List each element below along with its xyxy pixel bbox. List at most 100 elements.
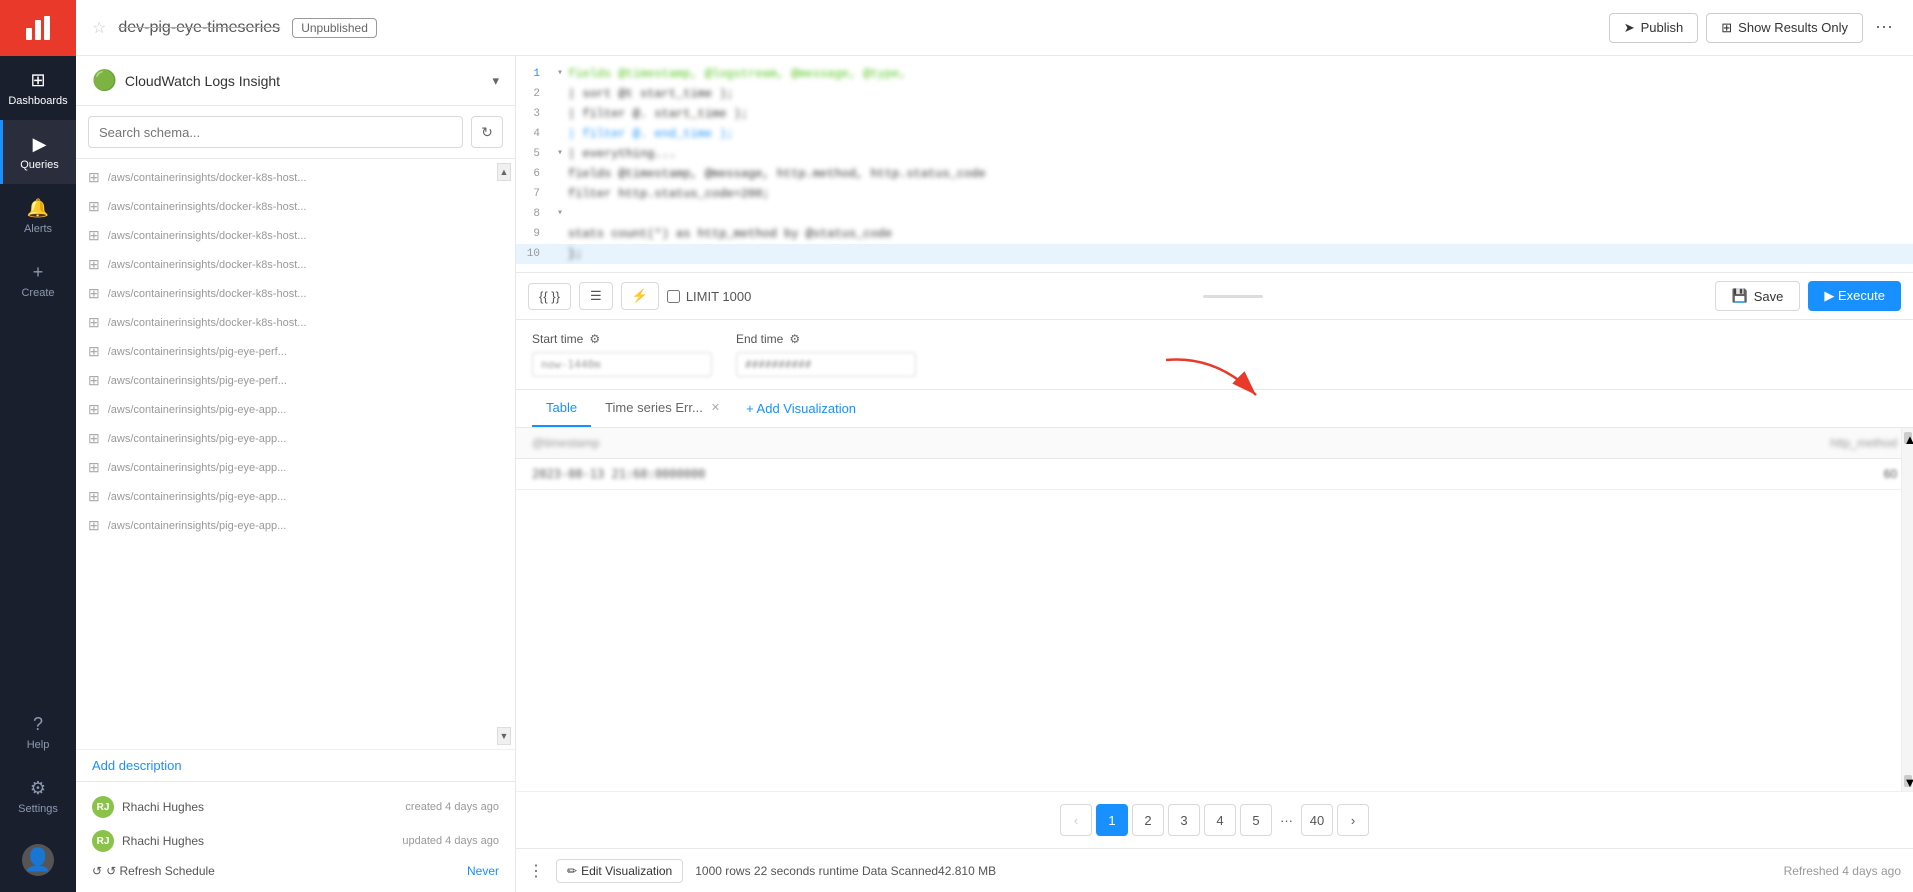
list-item[interactable]: ⊞ /aws/containerinsights/docker-k8s-host…: [76, 308, 515, 337]
refresh-schedule-label[interactable]: ↺ ↺ Refresh Schedule: [92, 864, 215, 878]
code-toolbar: {{ }} ☰ ⚡ LIMIT 1000 💾 Save: [516, 272, 1913, 319]
tab-table[interactable]: Table: [532, 390, 591, 427]
page-1-button[interactable]: 1: [1096, 804, 1128, 836]
limit-checkbox[interactable]: [667, 290, 680, 303]
sidebar-item-queries[interactable]: ▶ Queries: [0, 120, 76, 184]
end-time-gear[interactable]: ⚙: [789, 332, 800, 346]
table-icon: ⊞: [88, 430, 100, 447]
status-badge: Unpublished: [292, 18, 377, 38]
chevron-down-icon[interactable]: ▾: [492, 73, 499, 89]
search-input[interactable]: [88, 116, 463, 148]
alerts-icon: 🔔: [27, 198, 49, 219]
list-item[interactable]: ⊞ /aws/containerinsights/docker-k8s-host…: [76, 250, 515, 279]
line-number: 10: [516, 244, 552, 264]
scroll-down-button[interactable]: ▼: [497, 727, 511, 745]
schema-refresh-button[interactable]: ↻: [471, 116, 503, 148]
page-2-button[interactable]: 2: [1132, 804, 1164, 836]
topbar: ☆ dev-pig-eye-timeseries Unpublished ➤ P…: [76, 0, 1913, 56]
bottom-bar: ⋮ ✏ Edit Visualization 1000 rows 22 seco…: [516, 848, 1913, 892]
line-number: 4: [516, 124, 552, 144]
schema-item-text: /aws/containerinsights/docker-k8s-host..…: [108, 172, 307, 184]
more-options-button[interactable]: ⋯: [1871, 13, 1897, 42]
page-5-button[interactable]: 5: [1240, 804, 1272, 836]
execute-button[interactable]: ▶ Execute: [1808, 281, 1901, 311]
page-title: dev-pig-eye-timeseries: [118, 19, 280, 37]
refresh-value[interactable]: Never: [467, 864, 499, 878]
page-3-button[interactable]: 3: [1168, 804, 1200, 836]
col-method-header: http_method: [1442, 436, 1897, 450]
edit-visualization-button[interactable]: ✏ Edit Visualization: [556, 859, 683, 883]
schema-search-area: ↻: [76, 106, 515, 159]
settings-icon: ⚙: [30, 778, 46, 799]
table-icon: ⊞: [88, 343, 100, 360]
sidebar-item-settings[interactable]: ⚙ Settings: [0, 764, 76, 828]
topbar-actions: ➤ Publish ⊞ Show Results Only ⋯: [1609, 13, 1897, 43]
results-table: @timestamp http_method 2023-08-13 21:60:…: [516, 428, 1913, 791]
list-item[interactable]: ⊞ /aws/containerinsights/docker-k8s-host…: [76, 163, 515, 192]
list-item[interactable]: ⊞ /aws/containerinsights/pig-eye-app...: [76, 511, 515, 540]
sidebar-logo[interactable]: [0, 0, 76, 56]
limit-check: LIMIT 1000: [667, 289, 752, 304]
schema-item-text: /aws/containerinsights/pig-eye-app...: [108, 404, 287, 416]
main-wrapper: ☆ dev-pig-eye-timeseries Unpublished ➤ P…: [76, 0, 1913, 892]
resize-handle[interactable]: [1203, 295, 1263, 298]
scrollbar[interactable]: ▲ ▼: [1901, 428, 1913, 791]
lightning-button[interactable]: ⚡: [621, 282, 659, 310]
created-by-row: RJ Rhachi Hughes created 4 days ago: [92, 792, 499, 822]
sidebar-item-create[interactable]: + Create: [0, 248, 76, 312]
table-icon: ⊞: [88, 256, 100, 273]
list-item[interactable]: ⊞ /aws/containerinsights/docker-k8s-host…: [76, 221, 515, 250]
runtime-info: 1000 rows 22 seconds runtime Data Scanne…: [695, 864, 996, 878]
list-item[interactable]: ⊞ /aws/containerinsights/docker-k8s-host…: [76, 192, 515, 221]
sidebar-item-alerts[interactable]: 🔔 Alerts: [0, 184, 76, 248]
created-meta: created 4 days ago: [405, 801, 499, 813]
sidebar-label-settings: Settings: [18, 803, 58, 815]
scroll-down-arrow[interactable]: ▼: [1904, 775, 1912, 787]
code-right-actions: 💾 Save ▶ Execute: [1715, 281, 1901, 311]
start-time-input[interactable]: [532, 352, 712, 377]
scroll-up-arrow[interactable]: ▲: [1904, 432, 1912, 444]
bottom-more-button[interactable]: ⋮: [528, 861, 544, 881]
table-icon: ⊞: [88, 169, 100, 186]
list-item[interactable]: ⊞ /aws/containerinsights/pig-eye-app...: [76, 395, 515, 424]
sidebar-item-user[interactable]: 👤: [0, 828, 76, 892]
code-lines: 1 ▾ fields @timestamp, @logstream, @mess…: [516, 56, 1913, 272]
table-row[interactable]: 2023-08-13 21:60:0000000 60: [516, 459, 1913, 490]
scroll-up-button[interactable]: ▲: [497, 163, 511, 181]
end-time-input[interactable]: [736, 352, 916, 377]
cell-method: 60: [1442, 467, 1897, 481]
code-editor[interactable]: 1 ▾ fields @timestamp, @logstream, @mess…: [516, 56, 1913, 320]
start-time-gear[interactable]: ⚙: [589, 332, 600, 346]
schema-item-text: /aws/containerinsights/pig-eye-app...: [108, 462, 287, 474]
updated-meta: updated 4 days ago: [402, 835, 499, 847]
sidebar-item-dashboards[interactable]: ⊞ Dashboards: [0, 56, 76, 120]
star-button[interactable]: ☆: [92, 18, 106, 38]
list-item[interactable]: ⊞ /aws/containerinsights/pig-eye-perf...: [76, 366, 515, 395]
sidebar-item-help[interactable]: ? Help: [0, 700, 76, 764]
refresh-icon: ↺: [92, 864, 102, 878]
add-description-link[interactable]: Add description: [76, 749, 515, 781]
schema-list: ▲ ⊞ /aws/containerinsights/docker-k8s-ho…: [76, 159, 515, 749]
format-button[interactable]: {{ }}: [528, 283, 571, 310]
list-item[interactable]: ⊞ /aws/containerinsights/pig-eye-perf...: [76, 337, 515, 366]
results-tabs: Table Time series Err... ✕ + Add Visuali…: [516, 390, 1913, 428]
line-number: 5: [516, 144, 552, 164]
list-item[interactable]: ⊞ /aws/containerinsights/pig-eye-app...: [76, 482, 515, 511]
page-4-button[interactable]: 4: [1204, 804, 1236, 836]
schema-item-text: /aws/containerinsights/docker-k8s-host..…: [108, 288, 307, 300]
list-item[interactable]: ⊞ /aws/containerinsights/pig-eye-app...: [76, 424, 515, 453]
last-page-button[interactable]: 40: [1301, 804, 1333, 836]
prev-page-button[interactable]: ‹: [1060, 804, 1092, 836]
list-item[interactable]: ⊞ /aws/containerinsights/pig-eye-app...: [76, 453, 515, 482]
publish-button[interactable]: ➤ Publish: [1609, 13, 1699, 43]
tab-close-icon[interactable]: ✕: [711, 401, 720, 414]
indent-button[interactable]: ☰: [579, 282, 613, 310]
datasource-selector[interactable]: 🟢 CloudWatch Logs Insight ▾: [76, 56, 515, 106]
save-button[interactable]: 💾 Save: [1715, 281, 1801, 311]
end-time-label: End time ⚙: [736, 332, 916, 346]
show-results-button[interactable]: ⊞ Show Results Only: [1706, 13, 1863, 43]
list-item[interactable]: ⊞ /aws/containerinsights/docker-k8s-host…: [76, 279, 515, 308]
tab-timeseries[interactable]: Time series Err... ✕: [591, 390, 734, 427]
next-page-button[interactable]: ›: [1337, 804, 1369, 836]
add-visualization-tab[interactable]: + Add Visualization: [734, 393, 868, 424]
